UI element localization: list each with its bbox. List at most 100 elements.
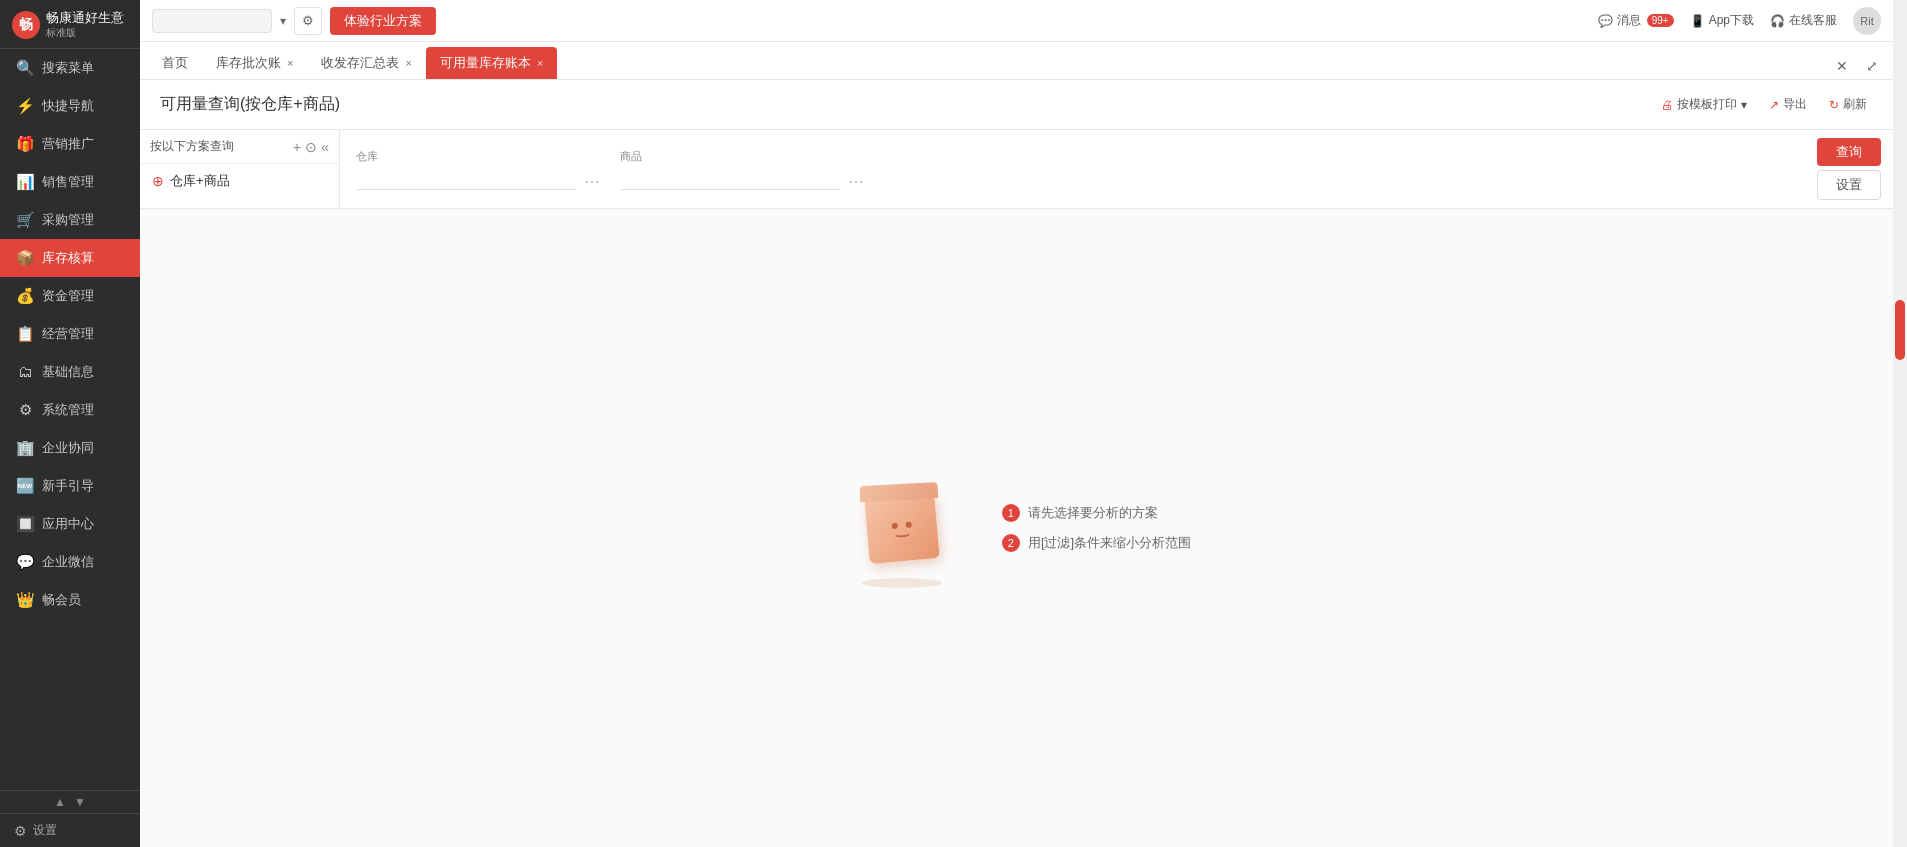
sidebar-item-vip[interactable]: 👑 畅会员 xyxy=(0,581,140,619)
sidebar-item-basic[interactable]: 🗂 基础信息 xyxy=(0,353,140,391)
empty-state: 1 请先选择要分析的方案 2 用[过滤]条件来缩小分析范围 xyxy=(140,209,1893,847)
query-section: 按以下方案查询 + ⊙ « ⊕ 仓库+商品 仓库 xyxy=(140,130,1893,209)
sidebar-scroll-up[interactable]: ▲ xyxy=(54,795,66,809)
expand-tab-button[interactable]: ⤢ xyxy=(1859,53,1885,79)
print-button[interactable]: 🖨 按模板打印 ▾ xyxy=(1655,92,1753,117)
trial-button[interactable]: 体验行业方案 xyxy=(330,7,436,35)
sidebar-item-label: 基础信息 xyxy=(42,363,94,381)
app-download-label: App下载 xyxy=(1709,12,1754,29)
add-scheme-button[interactable]: + xyxy=(293,139,301,155)
close-icon[interactable]: × xyxy=(287,57,293,69)
sidebar-item-marketing[interactable]: 🎁 营销推广 xyxy=(0,125,140,163)
product-input[interactable] xyxy=(620,166,840,190)
sidebar-item-guide[interactable]: 🆕 新手引导 xyxy=(0,467,140,505)
close-icon[interactable]: × xyxy=(405,57,411,69)
query-buttons: 查询 设置 xyxy=(1805,130,1893,208)
sidebar-item-shortcut[interactable]: ⚡ 快捷导航 xyxy=(0,87,140,125)
warehouse-dots-button[interactable]: … xyxy=(580,169,604,187)
topbar-right: 💬 消息 99+ 📱 App下载 🎧 在线客服 Rit xyxy=(1598,7,1881,35)
logo-app-name: 畅康通好生意 xyxy=(46,10,124,26)
sidebar-item-label: 系统管理 xyxy=(42,401,94,419)
tab-home[interactable]: 首页 xyxy=(148,47,202,79)
logo-icon: 畅 xyxy=(12,11,40,39)
sidebar-item-search[interactable]: 🔍 搜索菜单 xyxy=(0,49,140,87)
sidebar-item-label: 应用中心 xyxy=(42,515,94,533)
sidebar-header: 畅 畅康通好生意 标准版 xyxy=(0,0,140,49)
scheme-item-warehouse-product[interactable]: ⊕ 仓库+商品 xyxy=(140,164,339,198)
empty-hint-2: 2 用[过滤]条件来缩小分析范围 xyxy=(1002,534,1191,552)
refresh-button[interactable]: ↻ 刷新 xyxy=(1823,92,1873,117)
sidebar-item-inventory[interactable]: 📦 库存核算 xyxy=(0,239,140,277)
print-label: 按模板打印 xyxy=(1677,96,1737,113)
clipboard-icon: 📋 xyxy=(16,325,34,343)
product-dots-button[interactable]: … xyxy=(844,169,868,187)
building-icon: 🏢 xyxy=(16,439,34,457)
query-button[interactable]: 查询 xyxy=(1817,138,1881,166)
sidebar-item-purchase[interactable]: 🛒 采购管理 xyxy=(0,201,140,239)
sidebar-settings-item[interactable]: ⚙ 设置 xyxy=(0,813,140,847)
right-scrollbar[interactable] xyxy=(1893,0,1907,847)
tab-available-qty[interactable]: 可用量库存账本 × xyxy=(426,47,557,79)
settings-icon: ⚙ xyxy=(14,823,27,839)
close-icon[interactable]: × xyxy=(537,57,543,69)
logo-text-block: 畅康通好生意 标准版 xyxy=(46,10,124,40)
sidebar-item-wechat[interactable]: 💬 企业微信 xyxy=(0,543,140,581)
scheme-header-label: 按以下方案查询 xyxy=(150,138,234,155)
settings-scheme-button[interactable]: ⊙ xyxy=(305,139,317,155)
main-content: ▾ ⚙ 体验行业方案 💬 消息 99+ 📱 App下载 🎧 在线客服 Rit xyxy=(140,0,1893,847)
sidebar-item-sales[interactable]: 📊 销售管理 xyxy=(0,163,140,201)
scrollbar-thumb[interactable] xyxy=(1895,300,1905,360)
sidebar-item-label: 采购管理 xyxy=(42,211,94,229)
sidebar-item-enterprise[interactable]: 🏢 企业协同 xyxy=(0,429,140,467)
topbar-dropdown-button[interactable]: ▾ xyxy=(280,14,286,28)
empty-hint-1: 1 请先选择要分析的方案 xyxy=(1002,504,1191,522)
headset-icon: 🎧 xyxy=(1770,14,1785,28)
tab-label: 可用量库存账本 xyxy=(440,54,531,72)
hint-text-1: 请先选择要分析的方案 xyxy=(1028,504,1158,522)
topbar-search-input[interactable] xyxy=(152,9,272,33)
sidebar-scroll-down[interactable]: ▼ xyxy=(74,795,86,809)
topbar-gear-button[interactable]: ⚙ xyxy=(294,7,322,35)
hint-number-2: 2 xyxy=(1002,534,1020,552)
money-icon: 💰 xyxy=(16,287,34,305)
warehouse-input[interactable] xyxy=(356,166,576,190)
tabbar-actions: ✕ ⤢ xyxy=(1821,53,1893,79)
box-icon: 📦 xyxy=(16,249,34,267)
sidebar-item-label: 库存核算 xyxy=(42,249,94,267)
user-avatar[interactable]: Rit xyxy=(1853,7,1881,35)
product-field: 商品 … xyxy=(620,149,868,190)
settings-button[interactable]: 设置 xyxy=(1817,170,1881,200)
sidebar-item-finance[interactable]: 💰 资金管理 xyxy=(0,277,140,315)
lightning-icon: ⚡ xyxy=(16,97,34,115)
sidebar-item-system[interactable]: ⚙ 系统管理 xyxy=(0,391,140,429)
tab-label: 首页 xyxy=(162,54,188,72)
message-button[interactable]: 💬 消息 99+ xyxy=(1598,12,1674,29)
message-icon: 💬 xyxy=(1598,14,1613,28)
message-label: 消息 xyxy=(1617,12,1641,29)
refresh-label: 刷新 xyxy=(1843,96,1867,113)
sidebar-item-label: 搜索菜单 xyxy=(42,59,94,77)
collapse-scheme-button[interactable]: « xyxy=(321,139,329,155)
tab-batch-ledger[interactable]: 库存批次账 × xyxy=(202,47,307,79)
grid-icon: 🔲 xyxy=(16,515,34,533)
gear-icon: ⚙ xyxy=(16,401,34,419)
sidebar-item-label: 销售管理 xyxy=(42,173,94,191)
scheme-header-actions: + ⊙ « xyxy=(293,139,329,155)
sidebar-item-label: 营销推广 xyxy=(42,135,94,153)
sidebar-item-label: 新手引导 xyxy=(42,477,94,495)
app-download-button[interactable]: 📱 App下载 xyxy=(1690,12,1754,29)
gift-icon: 🎁 xyxy=(16,135,34,153)
sidebar-item-operations[interactable]: 📋 经营管理 xyxy=(0,315,140,353)
sidebar-item-apps[interactable]: 🔲 应用中心 xyxy=(0,505,140,543)
tab-label: 库存批次账 xyxy=(216,54,281,72)
close-tab-button[interactable]: ✕ xyxy=(1829,53,1855,79)
online-service-button[interactable]: 🎧 在线客服 xyxy=(1770,12,1837,29)
avatar-text: Rit xyxy=(1860,15,1873,27)
scheme-header: 按以下方案查询 + ⊙ « xyxy=(140,130,339,164)
export-icon: ↗ xyxy=(1769,98,1779,112)
sidebar-item-label: 快捷导航 xyxy=(42,97,94,115)
print-icon: 🖨 xyxy=(1661,98,1673,112)
page-header: 可用量查询(按仓库+商品) 🖨 按模板打印 ▾ ↗ 导出 ↻ 刷新 xyxy=(140,80,1893,130)
export-button[interactable]: ↗ 导出 xyxy=(1763,92,1813,117)
tab-inventory-summary[interactable]: 收发存汇总表 × xyxy=(307,47,425,79)
